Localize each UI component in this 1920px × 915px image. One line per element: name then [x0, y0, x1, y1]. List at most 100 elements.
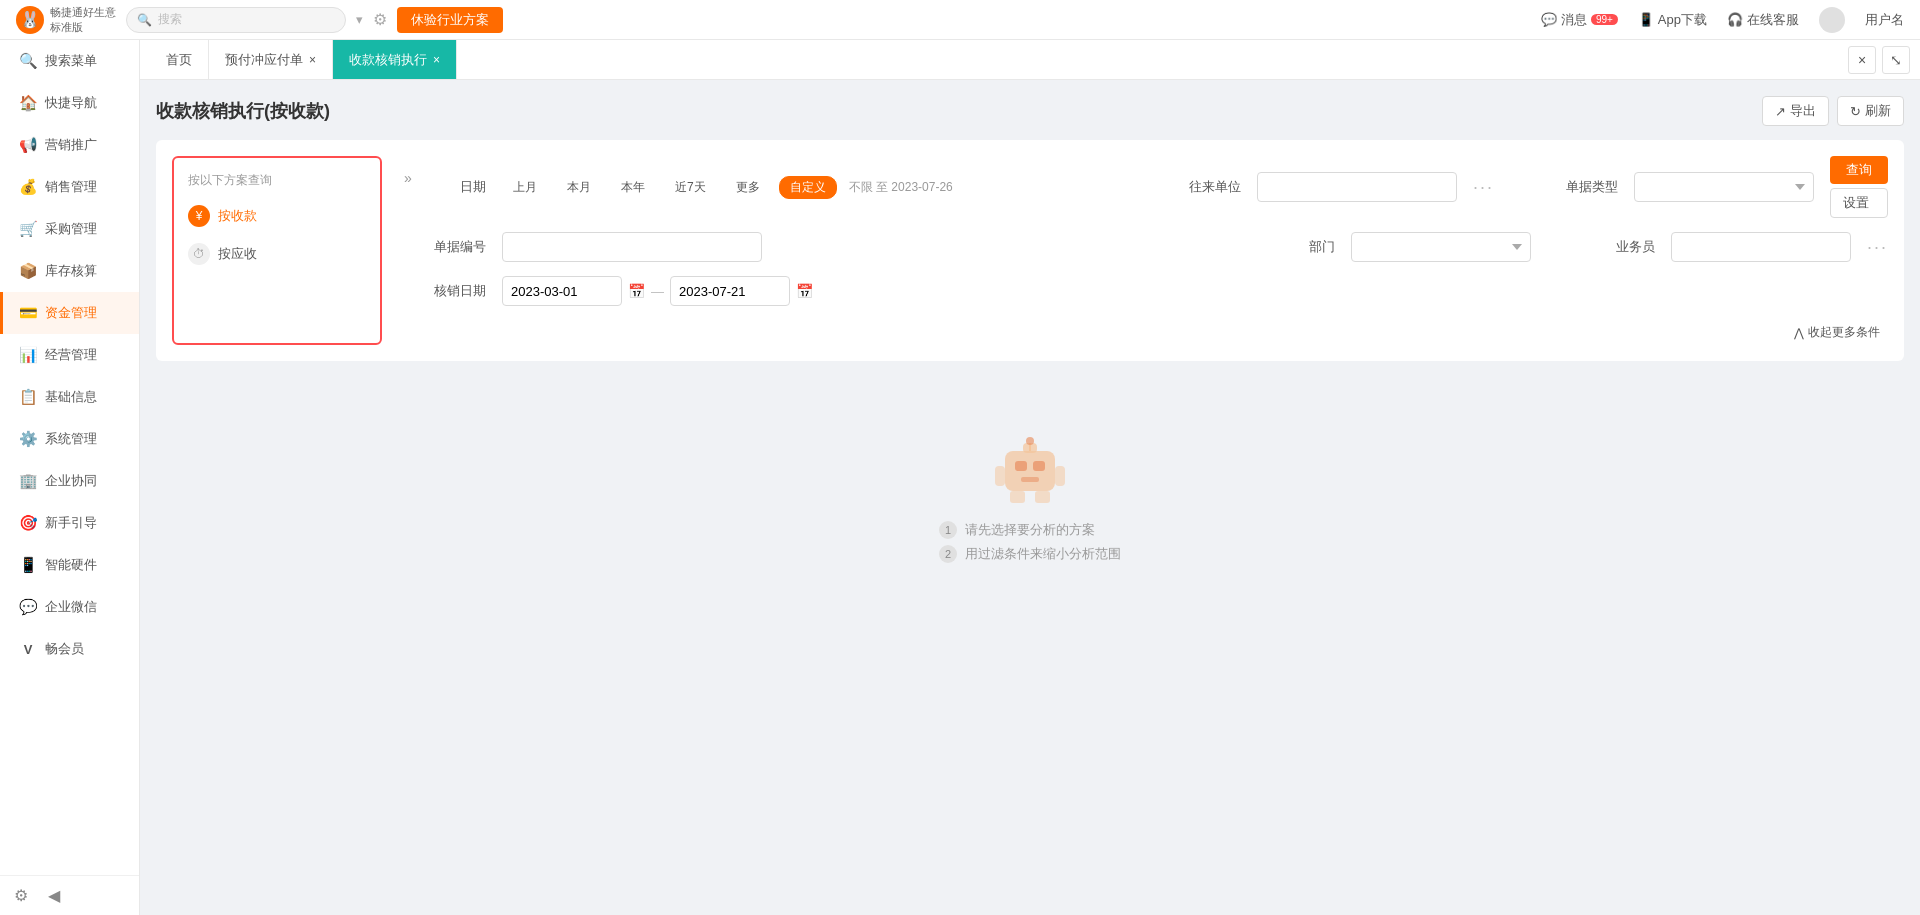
date-pill-7days[interactable]: 近7天 — [664, 176, 717, 199]
search-dropdown-icon[interactable]: ▾ — [356, 12, 363, 27]
sidebar-item-basic-info[interactable]: 📋 基础信息 — [0, 376, 139, 418]
home-icon: 🏠 — [19, 94, 37, 112]
counterparty-input[interactable] — [1257, 172, 1457, 202]
filter-by-receipt[interactable]: ¥ 按收款 — [174, 197, 380, 235]
refresh-button[interactable]: ↻ 刷新 — [1837, 96, 1904, 126]
doc-no-input[interactable] — [502, 232, 762, 262]
export-button[interactable]: ↗ 导出 — [1762, 96, 1829, 126]
sidebar-item-member[interactable]: V 畅会员 — [0, 628, 139, 670]
query-button[interactable]: 查询 — [1830, 156, 1888, 184]
writeoff-date-start-calendar-icon[interactable]: 📅 — [628, 283, 645, 299]
sidebar-item-system[interactable]: ⚙️ 系统管理 — [0, 418, 139, 460]
sidebar-collapse-icon[interactable]: ◀ — [48, 886, 60, 905]
counterparty-label: 往来单位 — [1189, 178, 1241, 196]
filter-by-receivable[interactable]: ⏱ 按应收 — [174, 235, 380, 273]
tab-bar: 首页 预付冲应付单 × 收款核销执行 × × ⤡ — [140, 40, 1920, 80]
filter-collapse-sidebar-button[interactable]: » — [398, 156, 418, 345]
tab-close-all-button[interactable]: × — [1848, 46, 1876, 74]
search-icon: 🔍 — [137, 13, 152, 27]
date-pill-more[interactable]: 更多 — [725, 176, 771, 199]
sidebar-bottom: ⚙ ◀ — [0, 875, 139, 915]
filter-scheme-title: 按以下方案查询 — [174, 168, 380, 197]
sidebar-item-wechat[interactable]: 💬 企业微信 — [0, 586, 139, 628]
svg-rect-3 — [1021, 477, 1039, 482]
page-title: 收款核销执行(按收款) — [156, 99, 330, 123]
basic-info-icon: 📋 — [19, 388, 37, 406]
sidebar-item-finance[interactable]: 💳 资金管理 — [0, 292, 139, 334]
app-download-button[interactable]: 📱 App下载 — [1638, 11, 1707, 29]
doc-type-select[interactable] — [1634, 172, 1814, 202]
sidebar-item-purchase[interactable]: 🛒 采购管理 — [0, 208, 139, 250]
tab-close-writeoff[interactable]: × — [433, 53, 440, 67]
salesperson-more-icon[interactable]: ··· — [1867, 237, 1888, 258]
page-content: 收款核销执行(按收款) ↗ 导出 ↻ 刷新 按以下方案查询 — [140, 80, 1920, 915]
marketing-icon: 📢 — [19, 136, 37, 154]
settings-icon[interactable]: ⚙ — [373, 10, 387, 29]
message-button[interactable]: 💬 消息 99+ — [1541, 11, 1618, 29]
sidebar-item-inventory[interactable]: 📦 库存核算 — [0, 250, 139, 292]
sidebar-item-hardware[interactable]: 📱 智能硬件 — [0, 544, 139, 586]
message-icon: 💬 — [1541, 12, 1557, 27]
search-input[interactable]: 🔍 搜索 — [126, 7, 346, 33]
management-icon: 📊 — [19, 346, 37, 364]
empty-tips: 1 请先选择要分析的方案 2 用过滤条件来缩小分析范围 — [939, 521, 1121, 563]
tab-close-prepay[interactable]: × — [309, 53, 316, 67]
hardware-icon: 📱 — [19, 556, 37, 574]
sidebar-item-marketing[interactable]: 📢 营销推广 — [0, 124, 139, 166]
member-icon: V — [19, 640, 37, 658]
writeoff-date-end-input[interactable] — [670, 276, 790, 306]
sales-icon: 💰 — [19, 178, 37, 196]
sidebar-item-guide[interactable]: 🎯 新手引导 — [0, 502, 139, 544]
filter-row-1: 日期 上月 本月 本年 近7天 更多 自定义 不限 至 2023-07-26 往… — [434, 156, 1888, 218]
inventory-icon: 📦 — [19, 262, 37, 280]
sidebar-item-management[interactable]: 📊 经营管理 — [0, 334, 139, 376]
salesperson-input[interactable] — [1671, 232, 1851, 262]
empty-tip-1: 1 请先选择要分析的方案 — [939, 521, 1121, 539]
industry-solution-button[interactable]: 休验行业方案 — [397, 7, 503, 33]
sidebar-item-search[interactable]: 🔍 搜索菜单 — [0, 40, 139, 82]
writeoff-date-label: 核销日期 — [434, 282, 486, 300]
tab-home[interactable]: 首页 — [150, 40, 209, 79]
guide-icon: 🎯 — [19, 514, 37, 532]
settings-button[interactable]: 设置 — [1830, 188, 1888, 218]
logo-text: 畅捷通好生意 标准版 — [50, 5, 116, 34]
empty-tip-2: 2 用过滤条件来缩小分析范围 — [939, 545, 1121, 563]
tab-prepay[interactable]: 预付冲应付单 × — [209, 40, 333, 79]
doc-no-label: 单据编号 — [434, 238, 486, 256]
writeoff-date-end-calendar-icon[interactable]: 📅 — [796, 283, 813, 299]
counterparty-more-icon[interactable]: ··· — [1473, 177, 1494, 198]
sidebar-settings-icon[interactable]: ⚙ — [14, 886, 28, 905]
filter-panel: 按以下方案查询 ¥ 按收款 ⏱ 按应收 » 日期 — [156, 140, 1904, 361]
search-menu-icon: 🔍 — [19, 52, 37, 70]
top-bar: 🐰 畅捷通好生意 标准版 🔍 搜索 ▾ ⚙ 休验行业方案 💬 消息 99+ 📱 … — [0, 0, 1920, 40]
sidebar: 🔍 搜索菜单 🏠 快捷导航 📢 营销推广 💰 销售管理 🛒 采购管理 📦 库存核… — [0, 40, 140, 915]
filter-row-3: 核销日期 📅 — 📅 — [434, 276, 1888, 306]
date-pill-last-month[interactable]: 上月 — [502, 176, 548, 199]
app-icon: 📱 — [1638, 12, 1654, 27]
svg-rect-2 — [1033, 461, 1045, 471]
logo: 🐰 畅捷通好生意 标准版 — [16, 5, 116, 34]
writeoff-date-start-input[interactable] — [502, 276, 622, 306]
date-pill-custom[interactable]: 自定义 — [779, 176, 837, 199]
sidebar-item-enterprise[interactable]: 🏢 企业协同 — [0, 460, 139, 502]
system-icon: ⚙️ — [19, 430, 37, 448]
tab-writeoff[interactable]: 收款核销执行 × — [333, 40, 457, 79]
tab-bar-controls: × ⤡ — [1848, 46, 1910, 74]
dept-select[interactable] — [1351, 232, 1531, 262]
tip-num-2: 2 — [939, 545, 957, 563]
date-pill-this-month[interactable]: 本月 — [556, 176, 602, 199]
date-pill-this-year[interactable]: 本年 — [610, 176, 656, 199]
wechat-icon: 💬 — [19, 598, 37, 616]
topbar-actions: 💬 消息 99+ 📱 App下载 🎧 在线客服 用户名 — [1541, 7, 1904, 33]
collapse-more-button[interactable]: ⋀ 收起更多条件 — [434, 320, 1888, 345]
logo-icon: 🐰 — [16, 6, 44, 34]
online-service-button[interactable]: 🎧 在线客服 — [1727, 11, 1799, 29]
enterprise-icon: 🏢 — [19, 472, 37, 490]
date-separator: — — [651, 284, 664, 299]
collapse-chevron-icon: ⋀ — [1794, 326, 1804, 340]
sidebar-item-sales[interactable]: 💰 销售管理 — [0, 166, 139, 208]
tab-expand-button[interactable]: ⤡ — [1882, 46, 1910, 74]
sidebar-item-navigation[interactable]: 🏠 快捷导航 — [0, 82, 139, 124]
by-receipt-icon: ¥ — [188, 205, 210, 227]
page-header-actions: ↗ 导出 ↻ 刷新 — [1762, 96, 1904, 126]
